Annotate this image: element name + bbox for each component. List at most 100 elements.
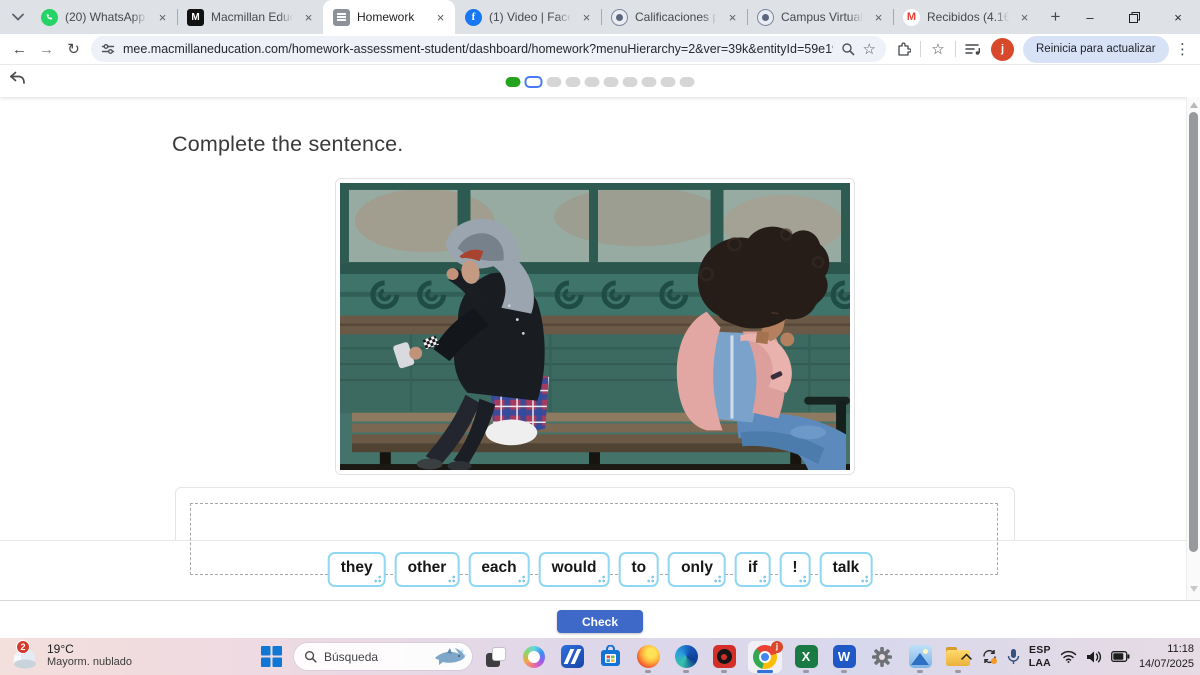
word-tile[interactable]: ! [779, 552, 811, 587]
word-tile[interactable]: they [327, 552, 386, 587]
taskbar-app-task-view[interactable] [482, 640, 510, 674]
check-button[interactable]: Check [556, 610, 644, 633]
scrollbar-up-arrow[interactable] [1190, 102, 1198, 108]
university-crest-favicon-icon [611, 8, 628, 26]
tab-title: Recibidos (4.164) - js [927, 10, 1009, 24]
task-view-icon [485, 646, 507, 668]
volume-icon[interactable] [1086, 650, 1102, 664]
sync-update-icon[interactable] [981, 648, 998, 665]
word-tile[interactable]: each [468, 552, 530, 587]
word-tile[interactable]: if [734, 552, 771, 587]
chrome-profile-badge: j [771, 640, 783, 653]
tab-whatsapp[interactable]: (20) WhatsApp Busin × [31, 0, 177, 34]
exercise-content: Complete the sentence. they other each w… [0, 97, 1200, 638]
new-tab-button[interactable]: + [1043, 3, 1068, 31]
tab-close-icon[interactable]: × [578, 9, 595, 26]
word-tile[interactable]: would [538, 552, 610, 587]
word-tile[interactable]: only [668, 552, 726, 587]
close-window-button[interactable]: × [1156, 0, 1200, 34]
copilot-icon [523, 645, 545, 668]
tab-search-chevron-icon[interactable] [6, 3, 31, 31]
tab-close-icon[interactable]: × [154, 9, 171, 26]
macmillan-favicon-icon: M [186, 8, 204, 26]
scrollbar-thumb[interactable] [1189, 112, 1198, 552]
address-bar[interactable]: mee.macmillaneducation.com/homework-asse… [91, 36, 886, 62]
restore-button[interactable] [1112, 0, 1156, 34]
taskbar-app-edge[interactable] [672, 640, 700, 674]
battery-icon[interactable] [1110, 651, 1130, 662]
exit-exercise-back-icon[interactable] [7, 70, 29, 92]
progress-pill [622, 77, 638, 87]
question-title: Complete the sentence. [172, 132, 404, 156]
search-highlight-shark-image[interactable] [431, 646, 469, 667]
word-tile[interactable]: other [394, 552, 460, 587]
tab-campus-virtual[interactable]: Campus Virtual UPA × [747, 0, 893, 34]
tab-close-icon[interactable]: × [432, 9, 449, 26]
profile-avatar[interactable]: j [991, 37, 1014, 61]
taskbar-app-word[interactable]: W [830, 640, 858, 674]
tab-homework-active[interactable]: Homework × [322, 0, 455, 34]
forward-button[interactable]: → [33, 36, 60, 63]
browser-menu-icon[interactable]: ⋮ [1173, 40, 1193, 58]
clock-widget[interactable]: 11:18 14/07/2025 [1139, 642, 1194, 672]
weather-condition: Mayorm. nublado [47, 656, 132, 669]
hidden-icons-chevron-icon[interactable] [961, 653, 972, 660]
language-top: ESP [1029, 643, 1051, 656]
taskbar-app-excel[interactable]: X [792, 640, 820, 674]
taskbar-app-firefox[interactable] [634, 640, 662, 674]
organize-tabs-icon[interactable] [960, 36, 986, 62]
taskbar-app-microsoft-store[interactable] [596, 640, 624, 674]
language-indicator[interactable]: ESP LAA [1029, 644, 1051, 669]
reload-button[interactable]: ↻ [60, 36, 87, 63]
tab-gmail[interactable]: M Recibidos (4.164) - js × [893, 0, 1039, 34]
microsoft-365-icon [560, 645, 584, 668]
cloud-icon: 2 [10, 639, 40, 669]
taskbar-app-chrome-active[interactable]: j [748, 640, 783, 673]
browser-window: (20) WhatsApp Busin × M Macmillan Educat… [0, 0, 1200, 675]
site-settings-icon[interactable] [101, 42, 115, 56]
wifi-icon[interactable] [1060, 650, 1077, 663]
tab-title: Campus Virtual UPA [781, 10, 863, 24]
scrollbar-down-arrow[interactable] [1190, 586, 1198, 592]
taskbar-app-settings[interactable] [868, 640, 896, 674]
progress-pill [565, 77, 581, 87]
tab-close-icon[interactable]: × [1016, 9, 1033, 26]
back-button[interactable]: ← [6, 36, 33, 63]
taskbar-app-copilot[interactable] [520, 640, 548, 674]
tab-strip: (20) WhatsApp Busin × M Macmillan Educat… [0, 0, 1200, 34]
minimize-button[interactable]: – [1068, 0, 1112, 34]
microphone-icon[interactable] [1007, 648, 1020, 665]
weather-widget[interactable]: 2 19°C Mayorm. nublado [10, 639, 132, 670]
relaunch-to-update-button[interactable]: Reinicia para actualizar [1023, 35, 1169, 63]
taskbar-app-media-player[interactable] [710, 640, 738, 674]
zoom-icon[interactable] [841, 42, 855, 56]
homework-favicon-icon [332, 8, 350, 26]
tab-facebook[interactable]: f (1) Video | Facebook × [455, 0, 601, 34]
page-scrollbar[interactable] [1186, 97, 1200, 600]
sparkle-star-icon[interactable]: ☆ [925, 36, 951, 62]
tab-close-icon[interactable]: × [300, 9, 317, 26]
tab-macmillan[interactable]: M Macmillan Education × [176, 0, 323, 34]
tab-close-icon[interactable]: × [724, 9, 741, 26]
progress-pill [641, 77, 657, 87]
word-tile[interactable]: talk [819, 552, 873, 587]
tab-title: Calificaciones para JI [635, 10, 717, 24]
tab-calificaciones[interactable]: Calificaciones para JI × [601, 0, 747, 34]
bookmark-star-icon[interactable]: ☆ [863, 40, 876, 58]
taskbar-app-photos[interactable] [906, 640, 934, 674]
progress-pill [679, 77, 695, 87]
url-text[interactable]: mee.macmillaneducation.com/homework-asse… [123, 42, 833, 56]
windows-taskbar: 2 19°C Mayorm. nublado Búsqueda j X W ES… [0, 638, 1200, 675]
tab-close-icon[interactable]: × [870, 9, 887, 26]
extensions-icon[interactable] [890, 36, 916, 62]
clock-time: 11:18 [1167, 642, 1194, 655]
edge-icon [674, 645, 698, 668]
exercise-header [0, 65, 1200, 97]
word-tile[interactable]: to [618, 552, 660, 587]
check-row: Check [0, 600, 1200, 638]
taskbar-app-microsoft-365[interactable] [558, 640, 586, 674]
tab-title: Homework [356, 10, 415, 24]
start-button[interactable] [258, 642, 284, 672]
taskbar-search-box[interactable]: Búsqueda [294, 643, 472, 670]
settings-gear-icon [872, 646, 892, 667]
